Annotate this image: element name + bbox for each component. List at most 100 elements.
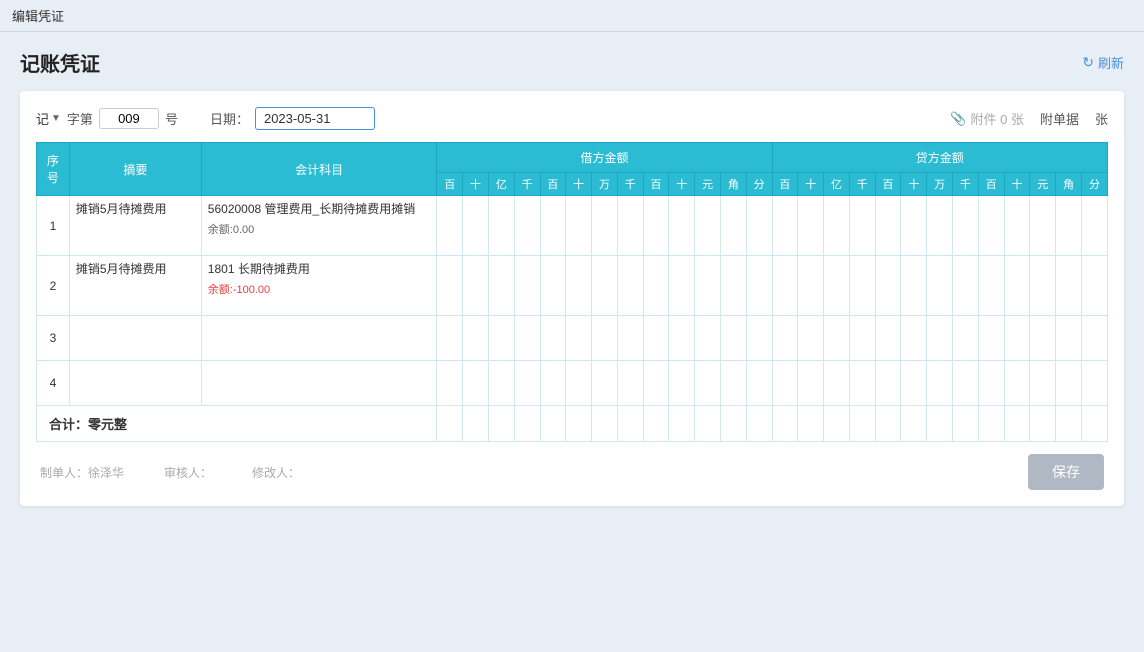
debit-amount-cell[interactable]: [540, 361, 566, 406]
debit-amount-cell[interactable]: [437, 316, 463, 361]
debit-amount-cell[interactable]: [540, 316, 566, 361]
credit-amount-cell[interactable]: [1056, 361, 1082, 406]
debit-amount-cell[interactable]: [617, 361, 643, 406]
credit-amount-cell[interactable]: [849, 316, 875, 361]
credit-amount-cell[interactable]: [927, 196, 953, 256]
debit-amount-cell[interactable]: [695, 196, 721, 256]
debit-amount-cell[interactable]: [514, 316, 540, 361]
debit-amount-cell[interactable]: [669, 256, 695, 316]
debit-amount-cell[interactable]: [643, 256, 669, 316]
account-cell[interactable]: 1801 长期待摊费用余额:-100.00: [201, 256, 437, 316]
debit-amount-cell[interactable]: [643, 316, 669, 361]
debit-amount-cell[interactable]: [488, 196, 514, 256]
debit-amount-cell[interactable]: [566, 361, 592, 406]
credit-amount-cell[interactable]: [772, 361, 798, 406]
credit-amount-cell[interactable]: [927, 256, 953, 316]
credit-amount-cell[interactable]: [1030, 196, 1056, 256]
credit-amount-cell[interactable]: [927, 316, 953, 361]
credit-amount-cell[interactable]: [953, 316, 979, 361]
summary-cell[interactable]: 摊销5月待摊费用: [69, 196, 201, 256]
debit-amount-cell[interactable]: [643, 196, 669, 256]
credit-amount-cell[interactable]: [978, 361, 1004, 406]
credit-amount-cell[interactable]: [953, 256, 979, 316]
attachment-button[interactable]: 📎 附件 0 张: [950, 109, 1024, 128]
credit-amount-cell[interactable]: [1081, 316, 1107, 361]
debit-amount-cell[interactable]: [669, 361, 695, 406]
credit-amount-cell[interactable]: [849, 196, 875, 256]
debit-amount-cell[interactable]: [695, 256, 721, 316]
debit-amount-cell[interactable]: [720, 256, 746, 316]
credit-amount-cell[interactable]: [1056, 256, 1082, 316]
debit-amount-cell[interactable]: [669, 316, 695, 361]
debit-amount-cell[interactable]: [437, 256, 463, 316]
debit-amount-cell[interactable]: [514, 361, 540, 406]
credit-amount-cell[interactable]: [1056, 316, 1082, 361]
debit-amount-cell[interactable]: [695, 316, 721, 361]
debit-amount-cell[interactable]: [617, 196, 643, 256]
debit-amount-cell[interactable]: [669, 196, 695, 256]
credit-amount-cell[interactable]: [1081, 256, 1107, 316]
credit-amount-cell[interactable]: [824, 196, 850, 256]
debit-amount-cell[interactable]: [463, 256, 489, 316]
debit-amount-cell[interactable]: [463, 361, 489, 406]
date-input[interactable]: [255, 107, 375, 130]
zi-input[interactable]: [99, 108, 159, 129]
debit-amount-cell[interactable]: [720, 361, 746, 406]
account-cell[interactable]: [201, 361, 437, 406]
debit-amount-cell[interactable]: [540, 196, 566, 256]
credit-amount-cell[interactable]: [953, 196, 979, 256]
debit-amount-cell[interactable]: [566, 256, 592, 316]
debit-amount-cell[interactable]: [720, 316, 746, 361]
account-cell[interactable]: 56020008 管理费用_长期待摊费用摊销余额:0.00: [201, 196, 437, 256]
debit-amount-cell[interactable]: [514, 256, 540, 316]
debit-amount-cell[interactable]: [463, 196, 489, 256]
credit-amount-cell[interactable]: [978, 316, 1004, 361]
debit-amount-cell[interactable]: [617, 256, 643, 316]
debit-amount-cell[interactable]: [592, 316, 618, 361]
credit-amount-cell[interactable]: [927, 361, 953, 406]
debit-amount-cell[interactable]: [540, 256, 566, 316]
credit-amount-cell[interactable]: [772, 316, 798, 361]
credit-amount-cell[interactable]: [901, 361, 927, 406]
credit-amount-cell[interactable]: [901, 316, 927, 361]
credit-amount-cell[interactable]: [772, 256, 798, 316]
credit-amount-cell[interactable]: [875, 316, 901, 361]
credit-amount-cell[interactable]: [1030, 361, 1056, 406]
debit-amount-cell[interactable]: [720, 196, 746, 256]
debit-amount-cell[interactable]: [746, 316, 772, 361]
debit-amount-cell[interactable]: [592, 256, 618, 316]
debit-amount-cell[interactable]: [566, 316, 592, 361]
credit-amount-cell[interactable]: [1004, 256, 1030, 316]
credit-amount-cell[interactable]: [901, 256, 927, 316]
debit-amount-cell[interactable]: [514, 196, 540, 256]
credit-amount-cell[interactable]: [1030, 256, 1056, 316]
credit-amount-cell[interactable]: [978, 196, 1004, 256]
credit-amount-cell[interactable]: [875, 256, 901, 316]
credit-amount-cell[interactable]: [978, 256, 1004, 316]
debit-amount-cell[interactable]: [437, 361, 463, 406]
summary-cell[interactable]: 摊销5月待摊费用: [69, 256, 201, 316]
debit-amount-cell[interactable]: [695, 361, 721, 406]
credit-amount-cell[interactable]: [798, 361, 824, 406]
debit-amount-cell[interactable]: [592, 196, 618, 256]
credit-amount-cell[interactable]: [798, 256, 824, 316]
credit-amount-cell[interactable]: [1004, 196, 1030, 256]
credit-amount-cell[interactable]: [1004, 361, 1030, 406]
debit-amount-cell[interactable]: [592, 361, 618, 406]
credit-amount-cell[interactable]: [1004, 316, 1030, 361]
credit-amount-cell[interactable]: [875, 196, 901, 256]
refresh-button[interactable]: ↻ 刷新: [1082, 53, 1124, 72]
credit-amount-cell[interactable]: [953, 361, 979, 406]
credit-amount-cell[interactable]: [849, 256, 875, 316]
credit-amount-cell[interactable]: [901, 196, 927, 256]
save-button[interactable]: 保存: [1028, 454, 1104, 490]
credit-amount-cell[interactable]: [1081, 196, 1107, 256]
debit-amount-cell[interactable]: [463, 316, 489, 361]
credit-amount-cell[interactable]: [849, 361, 875, 406]
summary-cell[interactable]: [69, 316, 201, 361]
debit-amount-cell[interactable]: [488, 361, 514, 406]
fudanju-button[interactable]: 附单据: [1040, 109, 1079, 128]
credit-amount-cell[interactable]: [1030, 316, 1056, 361]
debit-amount-cell[interactable]: [488, 256, 514, 316]
debit-amount-cell[interactable]: [488, 316, 514, 361]
